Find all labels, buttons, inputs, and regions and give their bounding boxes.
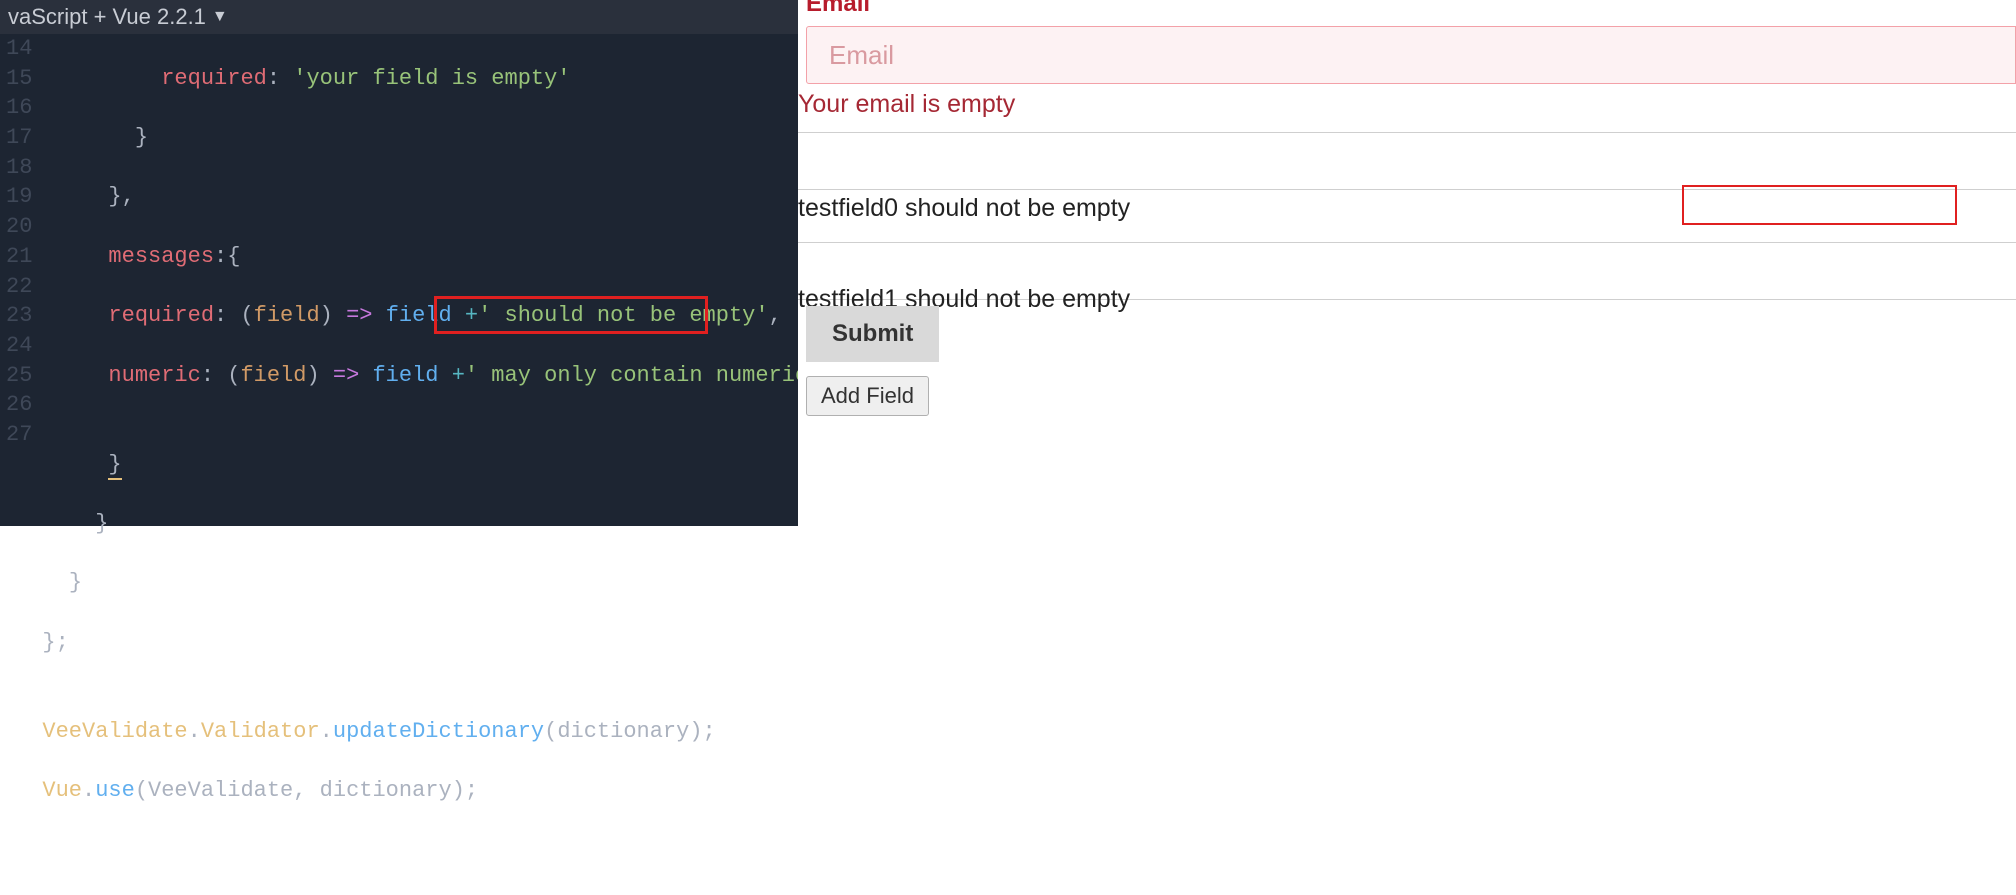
- email-label: Email: [806, 0, 870, 18]
- testfield0-error-message: testfield0 should not be empty: [798, 194, 1130, 223]
- add-field-button[interactable]: Add Field: [806, 376, 929, 416]
- submit-button[interactable]: Submit: [806, 306, 939, 362]
- language-label: vaScript + Vue 2.2.1: [8, 4, 206, 30]
- highlight-box-preview: [1682, 185, 1957, 225]
- preview-pane: Email Your email is empty testfield0 sho…: [798, 0, 2016, 526]
- chevron-down-icon: ▼: [212, 8, 228, 26]
- testfield0-input[interactable]: [798, 132, 2016, 190]
- email-field[interactable]: [806, 26, 2016, 84]
- email-error-message: Your email is empty: [798, 90, 1015, 119]
- code-area[interactable]: 14 15 16 17 18 19 20 21 22 23 24 25 26 2…: [0, 34, 798, 895]
- line-gutter: 14 15 16 17 18 19 20 21 22 23 24 25 26 2…: [0, 34, 42, 895]
- language-selector[interactable]: vaScript + Vue 2.2.1 ▼: [0, 0, 798, 34]
- code-editor-pane: vaScript + Vue 2.2.1 ▼ 14 15 16 17 18 19…: [0, 0, 798, 526]
